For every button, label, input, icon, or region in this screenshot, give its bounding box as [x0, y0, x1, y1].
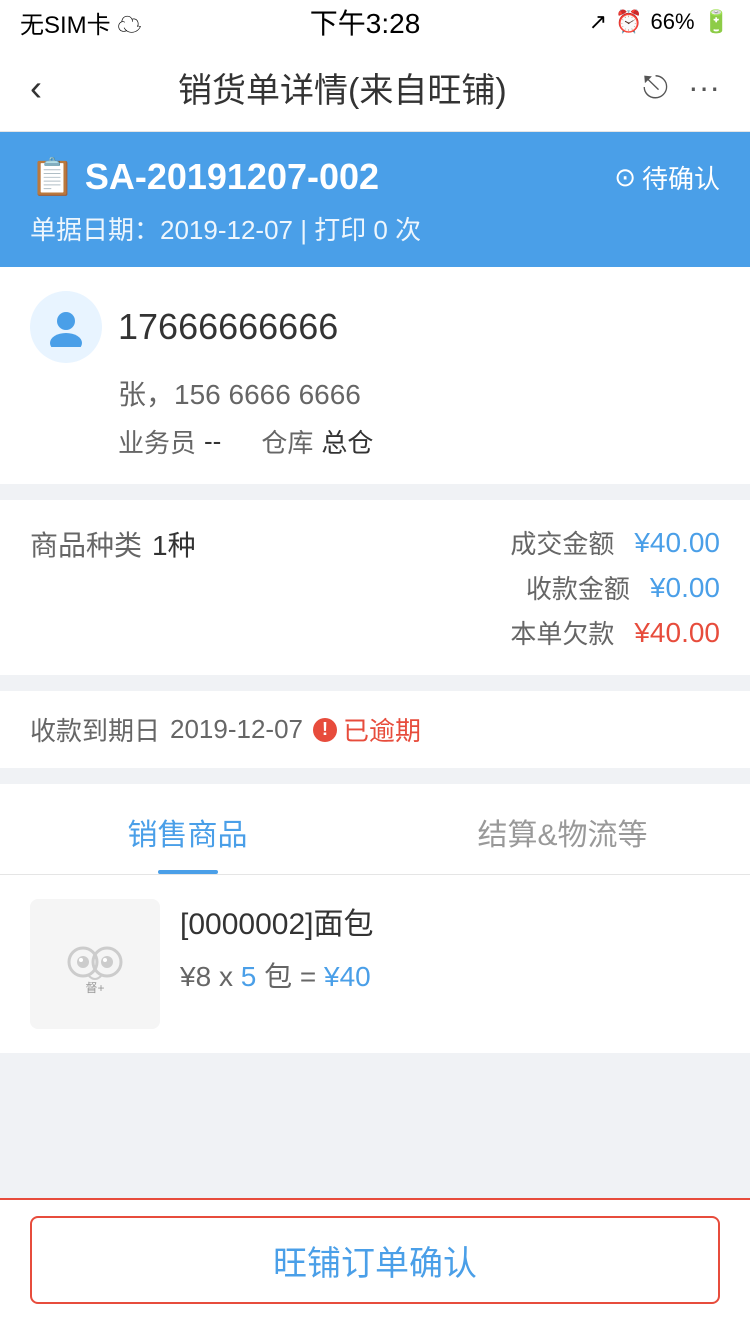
warehouse-label: 仓库 [261, 423, 313, 460]
customer-name: 张，156 6666 6666 [30, 373, 720, 413]
product-price: ¥8 x 5 包 = ¥40 [180, 955, 720, 995]
customer-info: 业务员 -- 仓库 总仓 [30, 423, 720, 460]
amounts: 成交金额 ¥40.00 收款金额 ¥0.00 本单欠款 ¥40.00 [510, 524, 720, 651]
price-per-unit: ¥8 [180, 961, 211, 992]
summary-section: 商品种类 1种 成交金额 ¥40.00 收款金额 ¥0.00 本单欠款 ¥40.… [0, 500, 750, 675]
total-price: ¥40 [324, 961, 371, 992]
warehouse-value: 总仓 [321, 423, 373, 460]
quantity: 5 [241, 961, 257, 992]
clock-icon: ⊙ [614, 162, 636, 193]
product-type-label: 商品种类 [30, 524, 142, 564]
status-time: 下午3:28 [310, 2, 421, 42]
product-name: [0000002]面包 [180, 899, 720, 943]
alarm-icon: ⏰ [615, 9, 642, 35]
order-id: 📋 SA-20191207-002 [30, 156, 379, 198]
order-icon: 📋 [30, 156, 75, 198]
battery-status: 66% [651, 9, 695, 35]
product-item: 督+ [0000002]面包 ¥8 x 5 包 = ¥40 [0, 875, 750, 1053]
order-date: 单据日期：2019-12-07 | 打印 0 次 [30, 210, 720, 247]
tabs-bar: 销售商品 结算&物流等 [0, 784, 750, 875]
more-icon[interactable]: ··· [688, 69, 720, 106]
confirm-button-wrapper: 旺铺订单确认 [0, 1198, 750, 1334]
tab-sales-products[interactable]: 销售商品 [0, 784, 375, 874]
customer-phone: 17666666666 [118, 306, 338, 348]
due-date-section: 收款到期日 2019-12-07 ! 已逾期 [0, 691, 750, 768]
sim-status: 无SIM卡 ☁ [20, 5, 141, 40]
received-value: ¥0.00 [650, 572, 720, 604]
amount-label: 成交金额 [510, 524, 614, 561]
salesperson-label: 业务员 [118, 423, 196, 460]
tab-settlement[interactable]: 结算&物流等 [375, 784, 750, 874]
received-label: 收款金额 [526, 569, 630, 606]
location-icon: ↗ [589, 9, 607, 35]
owed-value: ¥40.00 [634, 617, 720, 649]
price-multiply: x [219, 961, 241, 992]
customer-section: 17666666666 张，156 6666 6666 业务员 -- 仓库 总仓 [0, 267, 750, 484]
share-icon[interactable]: ⎋ [643, 69, 668, 107]
salesperson-value: -- [204, 426, 221, 457]
overdue-dot-icon: ! [313, 718, 337, 742]
amount-value: ¥40.00 [634, 527, 720, 559]
product-info: [0000002]面包 ¥8 x 5 包 = ¥40 [180, 899, 720, 995]
confirm-order-button[interactable]: 旺铺订单确认 [30, 1216, 720, 1304]
overdue-text: 已逾期 [343, 711, 421, 748]
order-header: 📋 SA-20191207-002 ⊙ 待确认 单据日期：2019-12-07 … [0, 132, 750, 267]
nav-actions: ⎋ ··· [643, 69, 720, 107]
avatar [30, 291, 102, 363]
status-bar: 无SIM卡 ☁ 下午3:28 ↗ ⏰ 66% 🔋 [0, 0, 750, 44]
unit: 包 [264, 961, 292, 992]
due-date: 2019-12-07 [170, 714, 303, 745]
status-left: 无SIM卡 ☁ [20, 5, 141, 40]
order-status: ⊙ 待确认 [614, 159, 720, 196]
svg-text:督+: 督+ [85, 980, 104, 994]
owed-label: 本单欠款 [510, 614, 614, 651]
price-equals: = [300, 961, 324, 992]
overdue-badge: ! 已逾期 [313, 711, 421, 748]
status-right: ↗ ⏰ 66% 🔋 [589, 9, 730, 35]
back-button[interactable]: ‹ [30, 67, 42, 109]
page-title: 销货单详情(来自旺铺) [178, 63, 507, 112]
product-section: 督+ [0000002]面包 ¥8 x 5 包 = ¥40 [0, 875, 750, 1053]
product-type-value: 1种 [152, 524, 196, 564]
battery-icon: 🔋 [703, 9, 730, 35]
due-label: 收款到期日 [30, 711, 160, 748]
nav-bar: ‹ 销货单详情(来自旺铺) ⎋ ··· [0, 44, 750, 132]
product-thumbnail: 督+ [30, 899, 160, 1029]
